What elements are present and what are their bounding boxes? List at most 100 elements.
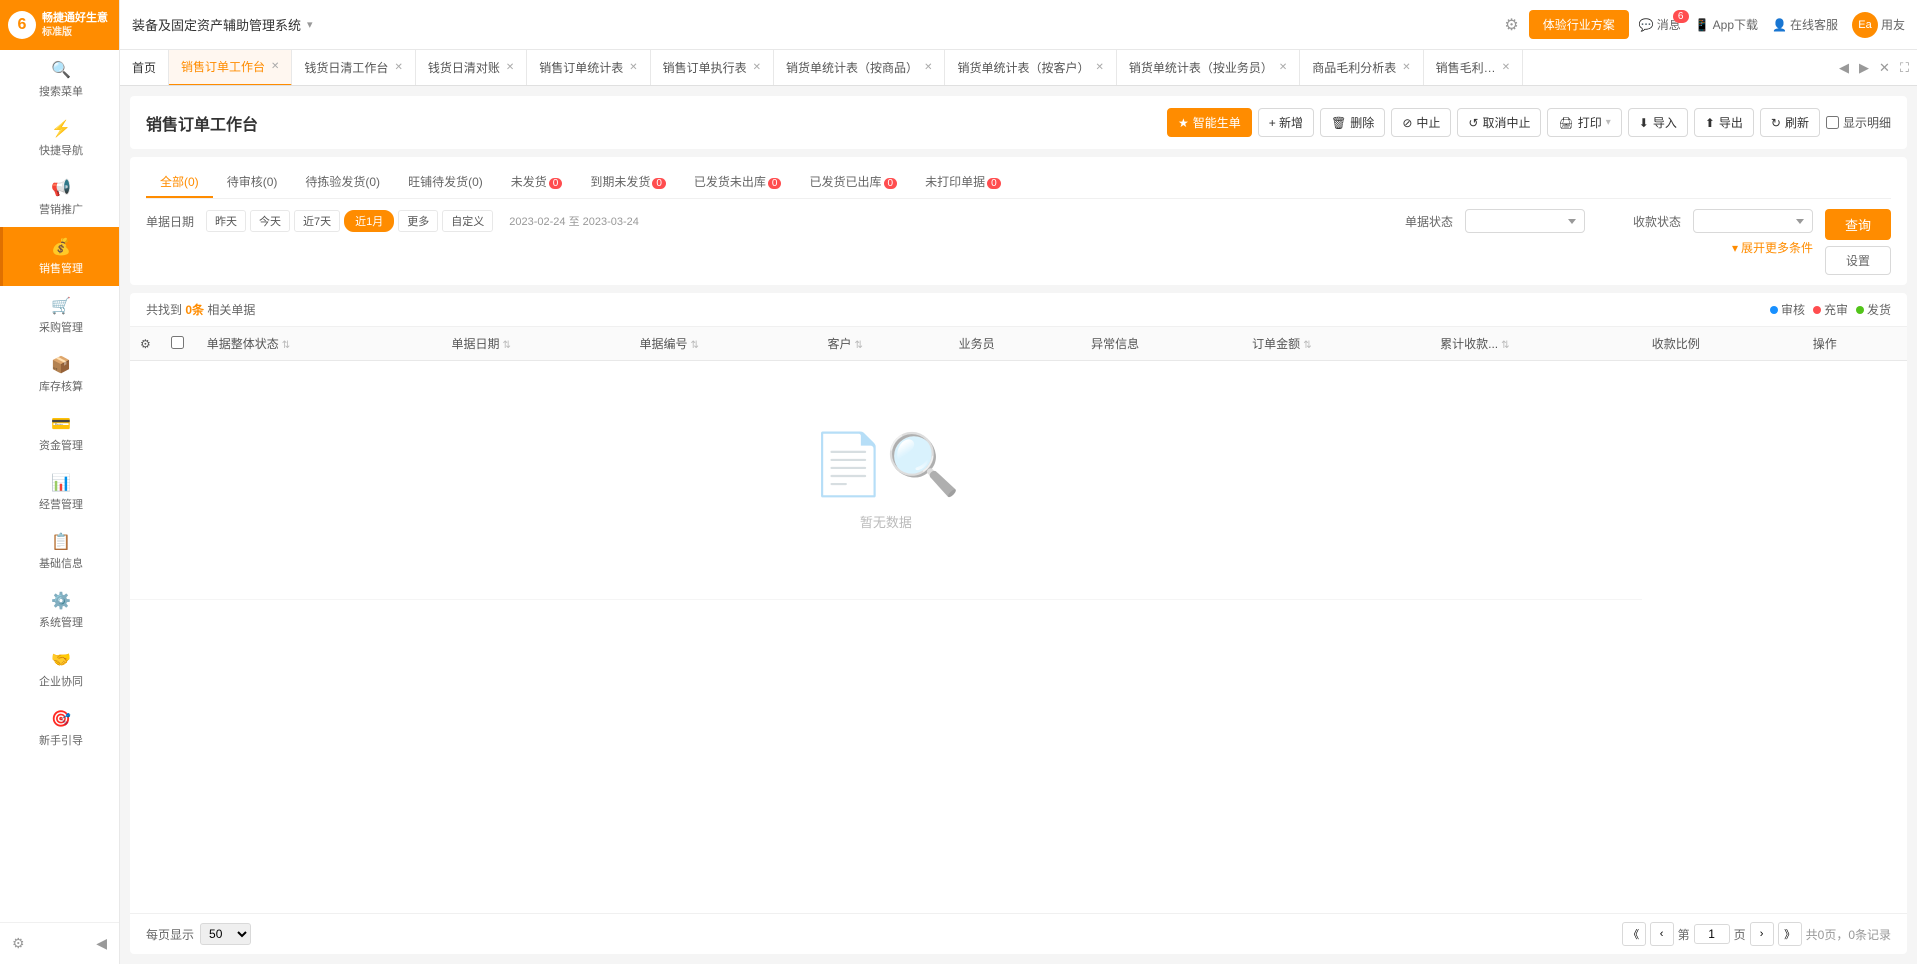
show-detail-checkbox[interactable]: [1826, 116, 1839, 129]
industry-btn[interactable]: 体验行业方案: [1529, 10, 1629, 39]
data-table: ⚙单据整体状态⇅单据日期⇅单据编号⇅客户⇅业务员异常信息订单金额⇅累计收款...…: [130, 327, 1907, 600]
tab-3[interactable]: 钱货日清对账✕: [416, 50, 527, 86]
tab-4[interactable]: 销售订单统计表✕: [527, 50, 650, 86]
sidebar-item-销售管理[interactable]: 💰销售管理: [0, 227, 119, 286]
date-btn-yesterday[interactable]: 昨天: [206, 210, 246, 232]
set-btn[interactable]: 设置: [1825, 246, 1891, 275]
status-filter-select[interactable]: [1465, 209, 1585, 233]
date-btn-more[interactable]: 更多: [398, 210, 438, 232]
message-btn[interactable]: 💬 消息 6: [1639, 16, 1681, 33]
filter-tab-2[interactable]: 待拣验发货(0): [291, 167, 394, 198]
tab-close-1[interactable]: ✕: [271, 61, 279, 72]
tab-close-4[interactable]: ✕: [629, 62, 637, 73]
sidebar-item-系统管理[interactable]: ⚙️系统管理: [0, 581, 119, 640]
col-7: 累计收款...⇅: [1430, 327, 1642, 361]
stop-icon: ⊘: [1402, 116, 1412, 130]
select-all-checkbox[interactable]: [171, 336, 184, 349]
date-btn-custom[interactable]: 自定义: [442, 210, 493, 232]
tab-close-9[interactable]: ✕: [1402, 62, 1410, 73]
revoke-action[interactable]: 充审: [1813, 301, 1848, 318]
sort-icon-1[interactable]: ⇅: [503, 340, 511, 351]
filter-tab-3[interactable]: 旺铺待发货(0): [394, 167, 497, 198]
export-btn[interactable]: ⬆ 导出: [1694, 108, 1754, 137]
filter-tab-4[interactable]: 未发货0: [497, 167, 577, 198]
sort-icon-7[interactable]: ⇅: [1501, 340, 1509, 351]
audit-action[interactable]: 审核: [1770, 301, 1805, 318]
page-input[interactable]: [1694, 924, 1730, 944]
sidebar-item-采购管理[interactable]: 🛒采购管理: [0, 286, 119, 345]
tab-close-6[interactable]: ✕: [924, 62, 932, 73]
ship-action[interactable]: 发货: [1856, 301, 1891, 318]
page-last-btn[interactable]: 》: [1778, 922, 1802, 946]
table-toolbar-right: 审核 充审 发货: [1770, 301, 1891, 318]
page-first-btn[interactable]: 《: [1622, 922, 1646, 946]
tab-close-10[interactable]: ✕: [1502, 62, 1510, 73]
sidebar-item-新手引导[interactable]: 🎯新手引导: [0, 699, 119, 758]
tabs-maximize[interactable]: ⛶: [1896, 58, 1913, 78]
tab-2[interactable]: 钱货日清工作台✕: [292, 50, 415, 86]
tabs-close-all[interactable]: ✕: [1875, 58, 1894, 78]
print-btn[interactable]: 🖨 打印 ▾: [1547, 108, 1621, 137]
delete-btn[interactable]: 🗑 删除: [1320, 108, 1385, 137]
filter-tab-5[interactable]: 到期未发货0: [576, 167, 680, 198]
filter-tab-6[interactable]: 已发货未出库0: [680, 167, 796, 198]
refresh-btn[interactable]: ↻ 刷新: [1760, 108, 1820, 137]
tab-0[interactable]: 首页: [120, 50, 169, 86]
col-settings[interactable]: ⚙: [130, 327, 161, 361]
tab-1[interactable]: 销售订单工作台✕: [169, 50, 292, 86]
date-btn-month[interactable]: 近1月: [344, 210, 394, 232]
expand-filter-btn[interactable]: ▾ 展开更多条件: [1732, 239, 1813, 256]
import-btn[interactable]: ⬇ 导入: [1628, 108, 1688, 137]
tab-close-8[interactable]: ✕: [1279, 62, 1287, 73]
sidebar-item-库存核算[interactable]: 📦库存核算: [0, 345, 119, 404]
tabs-scroll-left[interactable]: ◀: [1835, 58, 1853, 78]
date-btn-today[interactable]: 今天: [250, 210, 290, 232]
online-service-btn[interactable]: 👤 在线客服: [1772, 16, 1838, 33]
sort-icon-0[interactable]: ⇅: [282, 340, 290, 351]
add-btn[interactable]: + 新增: [1258, 108, 1314, 137]
app-download-btn[interactable]: 📱 App下载: [1695, 16, 1758, 33]
tab-8[interactable]: 销货单统计表（按业务员）✕: [1117, 50, 1300, 86]
tab-7[interactable]: 销货单统计表（按客户）✕: [945, 50, 1116, 86]
filter-tab-1[interactable]: 待审核(0): [213, 167, 292, 198]
tab-6[interactable]: 销货单统计表（按商品）✕: [774, 50, 945, 86]
filter-tab-7[interactable]: 已发货已出库0: [795, 167, 911, 198]
stop-btn[interactable]: ⊘ 中止: [1391, 108, 1451, 137]
filter-tab-8[interactable]: 未打印单据0: [911, 167, 1015, 198]
page-prev-btn[interactable]: ‹: [1650, 922, 1674, 946]
audit-dot: [1770, 306, 1778, 314]
topbar-settings-icon[interactable]: ⚙: [1504, 15, 1518, 35]
tab-10[interactable]: 销售毛利…✕: [1424, 50, 1523, 86]
sidebar-settings-btn[interactable]: ⚙: [8, 931, 29, 956]
tab-5[interactable]: 销售订单执行表✕: [651, 50, 774, 86]
tab-close-3[interactable]: ✕: [506, 62, 514, 73]
sidebar-item-基础信息[interactable]: 📋基础信息: [0, 522, 119, 581]
sidebar-item-资金管理[interactable]: 💳资金管理: [0, 404, 119, 463]
sidebar-item-企业协同[interactable]: 🤝企业协同: [0, 640, 119, 699]
tab-close-5[interactable]: ✕: [753, 62, 761, 73]
tab-9[interactable]: 商品毛利分析表✕: [1300, 50, 1423, 86]
page-next-btn[interactable]: ›: [1750, 922, 1774, 946]
sidebar-item-经营管理[interactable]: 📊经营管理: [0, 463, 119, 522]
sort-icon-2[interactable]: ⇅: [691, 340, 699, 351]
date-btn-7days[interactable]: 近7天: [294, 210, 340, 232]
sidebar-item-快捷导航[interactable]: ⚡快捷导航: [0, 109, 119, 168]
sidebar-collapse-btn[interactable]: ◀: [92, 931, 111, 956]
smart-create-btn[interactable]: ★ 智能生单: [1167, 108, 1252, 137]
show-detail-checkbox-label[interactable]: 显示明细: [1826, 114, 1891, 131]
system-dropdown[interactable]: ▾: [307, 18, 313, 31]
user-menu[interactable]: Ea 用友: [1852, 12, 1905, 38]
payment-filter-select[interactable]: [1693, 209, 1813, 233]
query-btn[interactable]: 查询: [1825, 209, 1891, 240]
sort-icon-3[interactable]: ⇅: [854, 340, 862, 351]
sidebar-item-搜索菜单[interactable]: 🔍搜索菜单: [0, 50, 119, 109]
cancel-stop-btn[interactable]: ↺ 取消中止: [1457, 108, 1541, 137]
per-page-select[interactable]: 10 20 50 100: [200, 923, 251, 945]
sidebar-item-营销推广[interactable]: 📢营销推广: [0, 168, 119, 227]
filter-tab-0[interactable]: 全部(0): [146, 167, 213, 198]
tab-close-2[interactable]: ✕: [394, 62, 402, 73]
tabs-scroll-right[interactable]: ▶: [1855, 58, 1873, 78]
col-checkbox[interactable]: [161, 327, 197, 361]
tab-close-7[interactable]: ✕: [1095, 62, 1103, 73]
sort-icon-6[interactable]: ⇅: [1303, 340, 1311, 351]
